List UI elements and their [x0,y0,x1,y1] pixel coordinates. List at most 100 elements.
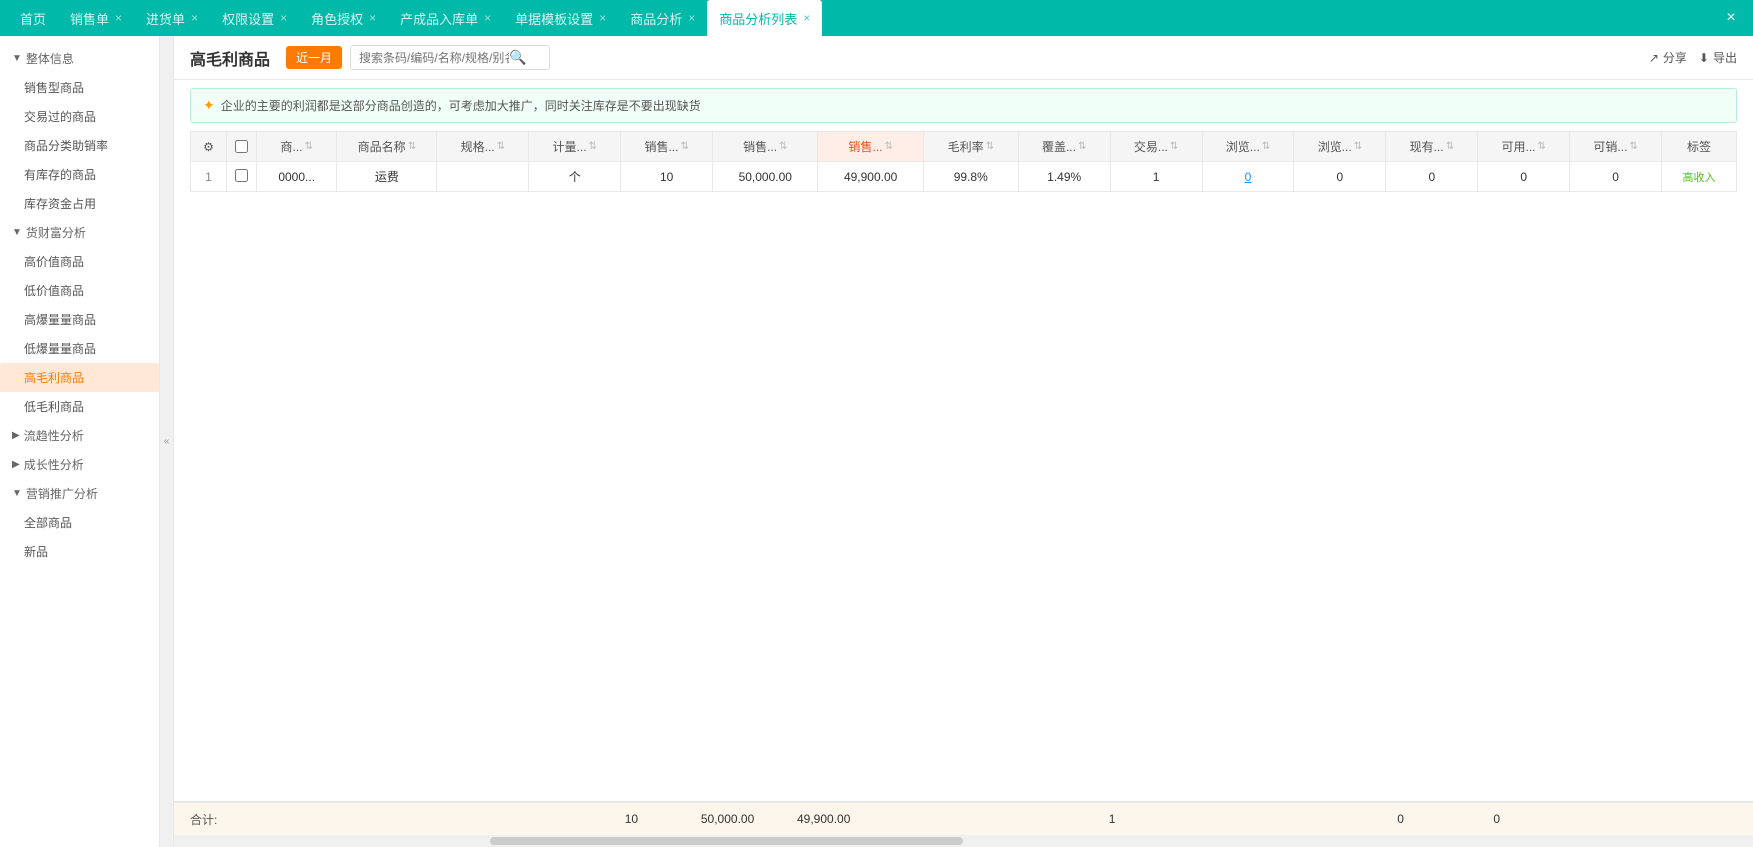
info-icon: ✦ [203,97,215,114]
sidebar-item-sales-products[interactable]: 销售型商品 [0,73,159,102]
sort-icon-gross-margin: ⇅ [986,141,994,152]
close-all-tabs[interactable]: × [1717,4,1745,32]
col-trade[interactable]: 交易... ⇅ [1110,132,1202,162]
cell-name: 运费 [337,162,437,192]
col-browse2[interactable]: 浏览... ⇅ [1294,132,1386,162]
header-actions: ↗ 分享 ⬇ 导出 [1649,49,1737,66]
close-tab-template[interactable]: × [599,11,606,25]
table-footer: 合计: 10 50,000.00 49,900.00 [174,801,1753,835]
col-sales-amount[interactable]: 销售... ⇅ [713,132,818,162]
col-spec[interactable]: 规格... ⇅ [437,132,529,162]
cell-current: 0 [1386,162,1478,192]
sidebar-group-overall[interactable]: ▼ 整体信息 [0,44,159,73]
footer-current: 0 [1352,812,1448,826]
col-checkbox[interactable] [227,132,257,162]
close-tab-permission[interactable]: × [280,11,287,25]
sort-icon-trade: ⇅ [1170,141,1178,152]
table-wrapper[interactable]: ⚙ 商... ⇅ 商品名称 [174,131,1753,801]
cell-index: 1 [191,162,227,192]
cell-checkbox[interactable] [227,162,257,192]
arrow-icon-flow: ▶ [12,430,20,441]
cell-trade: 1 [1110,162,1202,192]
nav-tab-home[interactable]: 首页 [8,0,58,36]
sort-icon-unit: ⇅ [589,141,597,152]
nav-tab-analysis-list[interactable]: 商品分析列表 × [707,0,822,36]
sidebar-item-new-products[interactable]: 新品 [0,537,159,566]
sidebar-collapse-handle[interactable]: « [160,36,174,847]
table-row: 1 0000... 运费 [191,162,1737,192]
nav-tab-permission[interactable]: 权限设置 × [210,0,299,36]
footer-sales-profit: 49,900.00 [776,812,872,826]
sidebar-item-high-value[interactable]: 高价值商品 [0,247,159,276]
arrow-icon-growth: ▶ [12,459,20,470]
sidebar-item-high-volume[interactable]: 高爆量量商品 [0,305,159,334]
row-checkbox[interactable] [235,169,248,182]
sort-icon-browse2: ⇅ [1354,141,1362,152]
data-table: ⚙ 商... ⇅ 商品名称 [190,131,1737,192]
col-current[interactable]: 现有... ⇅ [1386,132,1478,162]
close-tab-analysis-list[interactable]: × [803,11,810,25]
col-coverage[interactable]: 覆盖... ⇅ [1018,132,1110,162]
footer-empty-6 [523,812,583,826]
select-all-checkbox[interactable] [235,140,248,153]
sidebar-item-low-volume[interactable]: 低爆量量商品 [0,334,159,363]
arrow-icon-marketing: ▼ [12,488,22,499]
col-gross-margin[interactable]: 毛利率 ⇅ [923,132,1018,162]
sidebar-item-traded-products[interactable]: 交易过的商品 [0,102,159,131]
col-name[interactable]: 商品名称 ⇅ [337,132,437,162]
sort-icon-sales-count: ⇅ [680,141,688,152]
nav-tab-role[interactable]: 角色授权 × [299,0,388,36]
cell-coverage: 1.49% [1018,162,1110,192]
sidebar-item-low-value[interactable]: 低价值商品 [0,276,159,305]
footer-empty-12 [1641,812,1737,826]
cell-available: 0 [1478,162,1570,192]
col-unit[interactable]: 计量... ⇅ [529,132,621,162]
nav-tab-purchase[interactable]: 进货单 × [134,0,210,36]
scrollbar-thumb[interactable] [490,837,964,845]
footer-sales-amount: 50,000.00 [679,812,775,826]
col-code[interactable]: 商... ⇅ [257,132,337,162]
sidebar-group-growth[interactable]: ▶ 成长性分析 [0,450,159,479]
sidebar-item-in-stock[interactable]: 有库存的商品 [0,160,159,189]
sidebar-item-high-margin[interactable]: 高毛利商品 [0,363,159,392]
sidebar-group-flow[interactable]: ▶ 流趋性分析 [0,421,159,450]
nav-tab-template[interactable]: 单据模板设置 × [503,0,618,36]
footer-empty-9 [1160,812,1256,826]
col-sellable[interactable]: 可销... ⇅ [1570,132,1662,162]
sidebar-item-all-products[interactable]: 全部商品 [0,508,159,537]
table-header-row: ⚙ 商... ⇅ 商品名称 [191,132,1737,162]
search-icon[interactable]: 🔍 [509,49,526,66]
col-sales-count[interactable]: 销售... ⇅ [621,132,713,162]
filter-last-month-button[interactable]: 近一月 [286,46,342,69]
share-button[interactable]: ↗ 分享 [1649,49,1687,66]
col-available[interactable]: 可用... ⇅ [1478,132,1570,162]
share-icon: ↗ [1649,51,1659,65]
close-tab-purchase[interactable]: × [191,11,198,25]
export-icon: ⬇ [1699,51,1709,65]
horizontal-scrollbar[interactable] [174,835,1753,847]
nav-tab-product-analysis[interactable]: 商品分析 × [618,0,707,36]
sidebar-item-low-margin[interactable]: 低毛利商品 [0,392,159,421]
close-tab-role[interactable]: × [369,11,376,25]
col-sales-profit[interactable]: 销售... ⇅ [818,132,923,162]
sidebar-item-stock-capital[interactable]: 库存资金占用 [0,189,159,218]
nav-tab-product-inbound[interactable]: 产成品入库单 × [388,0,503,36]
close-tab-product-analysis[interactable]: × [688,11,695,25]
sidebar-item-category-sales-rate[interactable]: 商品分类助销率 [0,131,159,160]
cell-browse1[interactable]: 0 [1202,162,1294,192]
export-button[interactable]: ⬇ 导出 [1699,49,1737,66]
footer-empty-2 [273,812,303,826]
col-tag[interactable]: 标签 [1662,132,1737,162]
col-settings[interactable]: ⚙ [191,132,227,162]
sidebar-group-wealth[interactable]: ▼ 货财富分析 [0,218,159,247]
nav-tab-sales[interactable]: 销售单 × [58,0,134,36]
col-browse1[interactable]: 浏览... ⇅ [1202,132,1294,162]
sort-icon-spec: ⇅ [497,141,505,152]
main-layout: ▼ 整体信息 销售型商品 交易过的商品 商品分类助销率 有库存的商品 库存资金占… [0,36,1753,847]
sort-icon-current: ⇅ [1446,141,1454,152]
sidebar-group-marketing[interactable]: ▼ 营销推广分析 [0,479,159,508]
close-tab-product-inbound[interactable]: × [484,11,491,25]
search-input[interactable] [359,51,509,65]
close-tab-sales[interactable]: × [115,11,122,25]
footer-available: 0 [1449,812,1545,826]
